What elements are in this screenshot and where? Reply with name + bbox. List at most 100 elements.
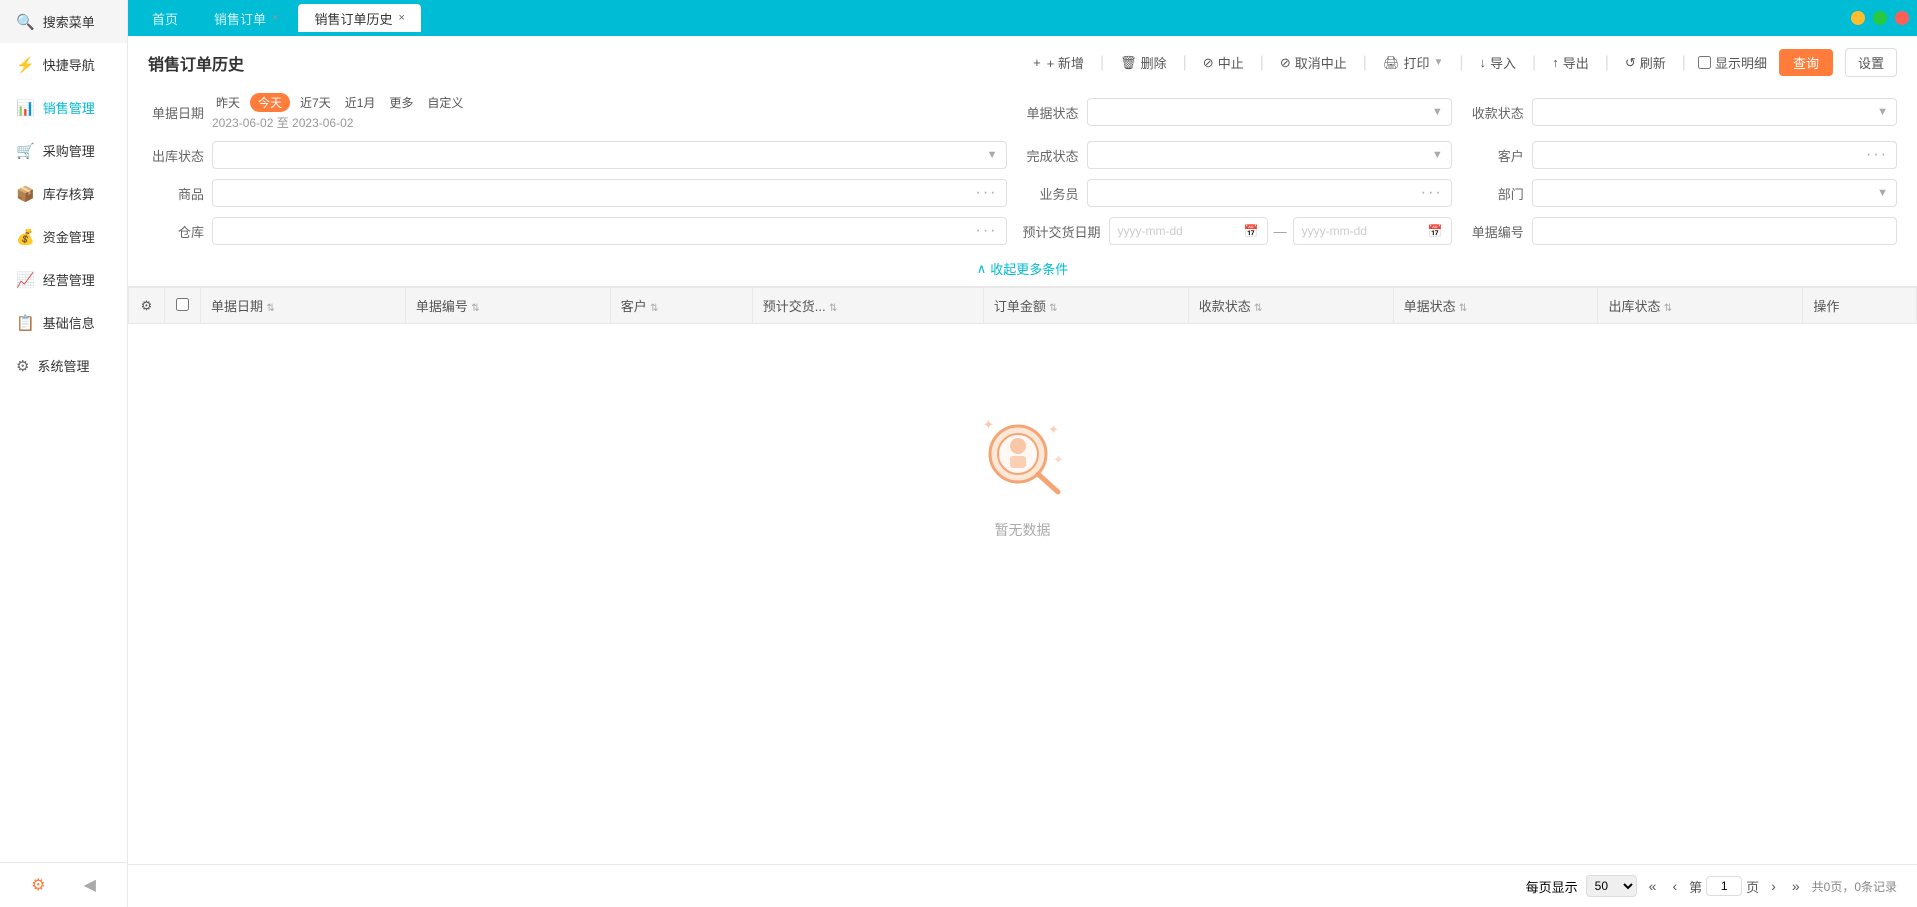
sidebar-item-basic-info[interactable]: 📋 基础信息 <box>0 301 127 344</box>
tab-home[interactable]: 首页 <box>136 4 194 32</box>
settings-button[interactable]: 设置 <box>1845 48 1897 77</box>
th-out-status[interactable]: 出库状态 ⇅ <box>1598 288 1803 324</box>
cancel-stop-button[interactable]: ⊘ 取消中止 <box>1276 51 1351 74</box>
date-option-custom[interactable]: 自定义 <box>423 93 467 112</box>
tab-sales-order[interactable]: 销售订单 × <box>198 4 294 32</box>
filter-row-4: 仓库 ··· 预计交货日期 yyyy-mm-dd 📅 — yyyy <box>148 217 1897 245</box>
date-option-yesterday[interactable]: 昨天 <box>212 93 244 112</box>
page-size-select[interactable]: 10 20 50 100 <box>1586 875 1637 897</box>
th-order-amount[interactable]: 订单金额 ⇅ <box>983 288 1188 324</box>
sidebar-item-capital-mgmt[interactable]: 💰 资金管理 <box>0 215 127 258</box>
sidebar-settings-icon[interactable]: ⚙ <box>31 875 45 895</box>
calendar-icon-start: 📅 <box>1244 224 1259 238</box>
empty-illustration: ✦ ✦ ✦ <box>963 404 1083 504</box>
import-button[interactable]: ↓ 导入 <box>1476 51 1521 74</box>
tab-sales-order-history[interactable]: 销售订单历史 × <box>298 4 420 32</box>
tab-sales-order-close[interactable]: × <box>272 12 278 24</box>
window-close-button[interactable]: × <box>1895 11 1909 25</box>
stop-button[interactable]: ⊘ 中止 <box>1199 51 1248 74</box>
print-button[interactable]: 🖨 打印 ▼ <box>1379 51 1447 74</box>
filter-salesman-dots: ··· <box>1421 184 1443 202</box>
collapse-button[interactable]: ∧ 收起更多条件 <box>977 259 1069 278</box>
first-page-button[interactable]: « <box>1645 876 1661 896</box>
filter-salesman-label: 业务员 <box>1023 184 1079 203</box>
filter-payment-status-label: 收款状态 <box>1468 103 1524 122</box>
sort-amount-icon: ⇅ <box>1049 303 1057 314</box>
filter-row-3: 商品 ··· 业务员 ··· 部门 ▼ <box>148 179 1897 207</box>
filter-product-input[interactable]: ··· <box>212 179 1007 207</box>
sidebar-item-quick-nav[interactable]: ⚡ 快捷导航 <box>0 43 127 86</box>
date-option-7days[interactable]: 近7天 <box>296 93 335 112</box>
date-option-more[interactable]: 更多 <box>385 93 417 112</box>
th-customer[interactable]: 客户 ⇅ <box>610 288 752 324</box>
sidebar-item-search-menu[interactable]: 🔍 搜索菜单 <box>0 0 127 43</box>
sidebar-item-operations-mgmt[interactable]: 📈 经营管理 <box>0 258 127 301</box>
filter-expected-date-start[interactable]: yyyy-mm-dd 📅 <box>1109 217 1268 245</box>
filter-doc-status-arrow: ▼ <box>1432 106 1443 118</box>
filter-doc-status-label: 单据状态 <box>1023 103 1079 122</box>
next-page-button[interactable]: › <box>1767 876 1780 896</box>
filter-expected-date-end[interactable]: yyyy-mm-dd 📅 <box>1293 217 1452 245</box>
calendar-icon-end: 📅 <box>1428 224 1443 238</box>
show-detail-input[interactable] <box>1698 56 1711 69</box>
th-doc-num[interactable]: 单据编号 ⇅ <box>405 288 610 324</box>
table-header-row: ⚙ 单据日期 ⇅ 单据编号 ⇅ <box>129 288 1917 324</box>
filter-warehouse-input[interactable]: ··· <box>212 217 1007 245</box>
page-number-input[interactable] <box>1706 876 1742 896</box>
show-detail-checkbox[interactable]: 显示明细 <box>1698 53 1767 72</box>
filter-salesman-input[interactable]: ··· <box>1087 179 1452 207</box>
filter-doc-status-select[interactable]: ▼ <box>1087 98 1452 126</box>
sidebar-item-system-mgmt[interactable]: ⚙ 系统管理 <box>0 344 127 387</box>
last-page-button[interactable]: » <box>1788 876 1804 896</box>
select-all-checkbox[interactable] <box>176 298 189 311</box>
table-area: ⚙ 单据日期 ⇅ 单据编号 ⇅ <box>128 287 1917 864</box>
refresh-button[interactable]: ↺ 刷新 <box>1621 51 1670 74</box>
filter-doc-num-label: 单据编号 <box>1468 222 1524 241</box>
th-payment-status[interactable]: 收款状态 ⇅ <box>1188 288 1393 324</box>
new-button[interactable]: + + 新增 <box>1029 51 1088 74</box>
export-button[interactable]: ↑ 导出 <box>1548 51 1593 74</box>
window-min-button[interactable]: — <box>1851 11 1865 25</box>
prev-page-button[interactable]: ‹ <box>1668 876 1681 896</box>
main-area: 首页 销售订单 × 销售订单历史 × — □ × 销售订单历史 + + 新增 | <box>128 0 1917 907</box>
filter-payment-status-select[interactable]: ▼ <box>1532 98 1897 126</box>
filter-complete-status: 完成状态 ▼ <box>1023 141 1452 169</box>
filter-customer-input[interactable]: ··· <box>1532 141 1897 169</box>
delete-button[interactable]: 🗑 删除 <box>1116 51 1171 74</box>
filter-out-status-label: 出库状态 <box>148 146 204 165</box>
th-doc-status[interactable]: 单据状态 ⇅ <box>1393 288 1598 324</box>
date-option-1month[interactable]: 近1月 <box>341 93 380 112</box>
sidebar-item-sales-mgmt[interactable]: 📊 销售管理 <box>0 86 127 129</box>
filter-warehouse: 仓库 ··· <box>148 217 1007 245</box>
sort-expected-date-icon: ⇅ <box>829 303 837 314</box>
window-max-button[interactable]: □ <box>1873 11 1887 25</box>
th-check[interactable] <box>165 288 201 324</box>
filter-doc-status: 单据状态 ▼ <box>1023 98 1452 126</box>
filter-out-status-select[interactable]: ▼ <box>212 141 1007 169</box>
svg-text:✦: ✦ <box>1048 422 1059 437</box>
filter-complete-status-select[interactable]: ▼ <box>1087 141 1452 169</box>
date-option-today[interactable]: 今天 <box>250 93 290 112</box>
th-expected-date[interactable]: 预计交货... ⇅ <box>752 288 983 324</box>
th-date[interactable]: 单据日期 ⇅ <box>201 288 406 324</box>
sidebar: 🔍 搜索菜单 ⚡ 快捷导航 📊 销售管理 🛒 采购管理 📦 库存核算 💰 资金管… <box>0 0 128 907</box>
filter-doc-num-input[interactable] <box>1532 217 1897 245</box>
content-area: 销售订单历史 + + 新增 | 🗑 删除 | ⊘ 中止 | ⊘ <box>128 36 1917 907</box>
system-mgmt-icon: ⚙ <box>16 357 29 375</box>
th-operation: 操作 <box>1803 288 1917 324</box>
tab-sales-order-history-close[interactable]: × <box>398 12 404 24</box>
filter-expected-date: 预计交货日期 yyyy-mm-dd 📅 — yyyy-mm-dd 📅 <box>1023 217 1452 245</box>
th-settings[interactable]: ⚙ <box>129 288 165 324</box>
filter-doc-num: 单据编号 <box>1468 217 1897 245</box>
filter-out-status-arrow: ▼ <box>987 149 998 161</box>
filter-department-select[interactable]: ▼ <box>1532 179 1897 207</box>
table-settings-icon[interactable]: ⚙ <box>141 298 153 313</box>
doc-num-text-input[interactable] <box>1541 224 1888 238</box>
filter-date-label: 单据日期 <box>148 103 204 122</box>
sidebar-item-purchase-mgmt[interactable]: 🛒 采购管理 <box>0 129 127 172</box>
filter-complete-status-label: 完成状态 <box>1023 146 1079 165</box>
sidebar-item-inventory-calc[interactable]: 📦 库存核算 <box>0 172 127 215</box>
query-button[interactable]: 查询 <box>1779 49 1833 76</box>
sidebar-collapse-icon[interactable]: ◀ <box>84 875 96 895</box>
stop-icon: ⊘ <box>1203 55 1214 71</box>
